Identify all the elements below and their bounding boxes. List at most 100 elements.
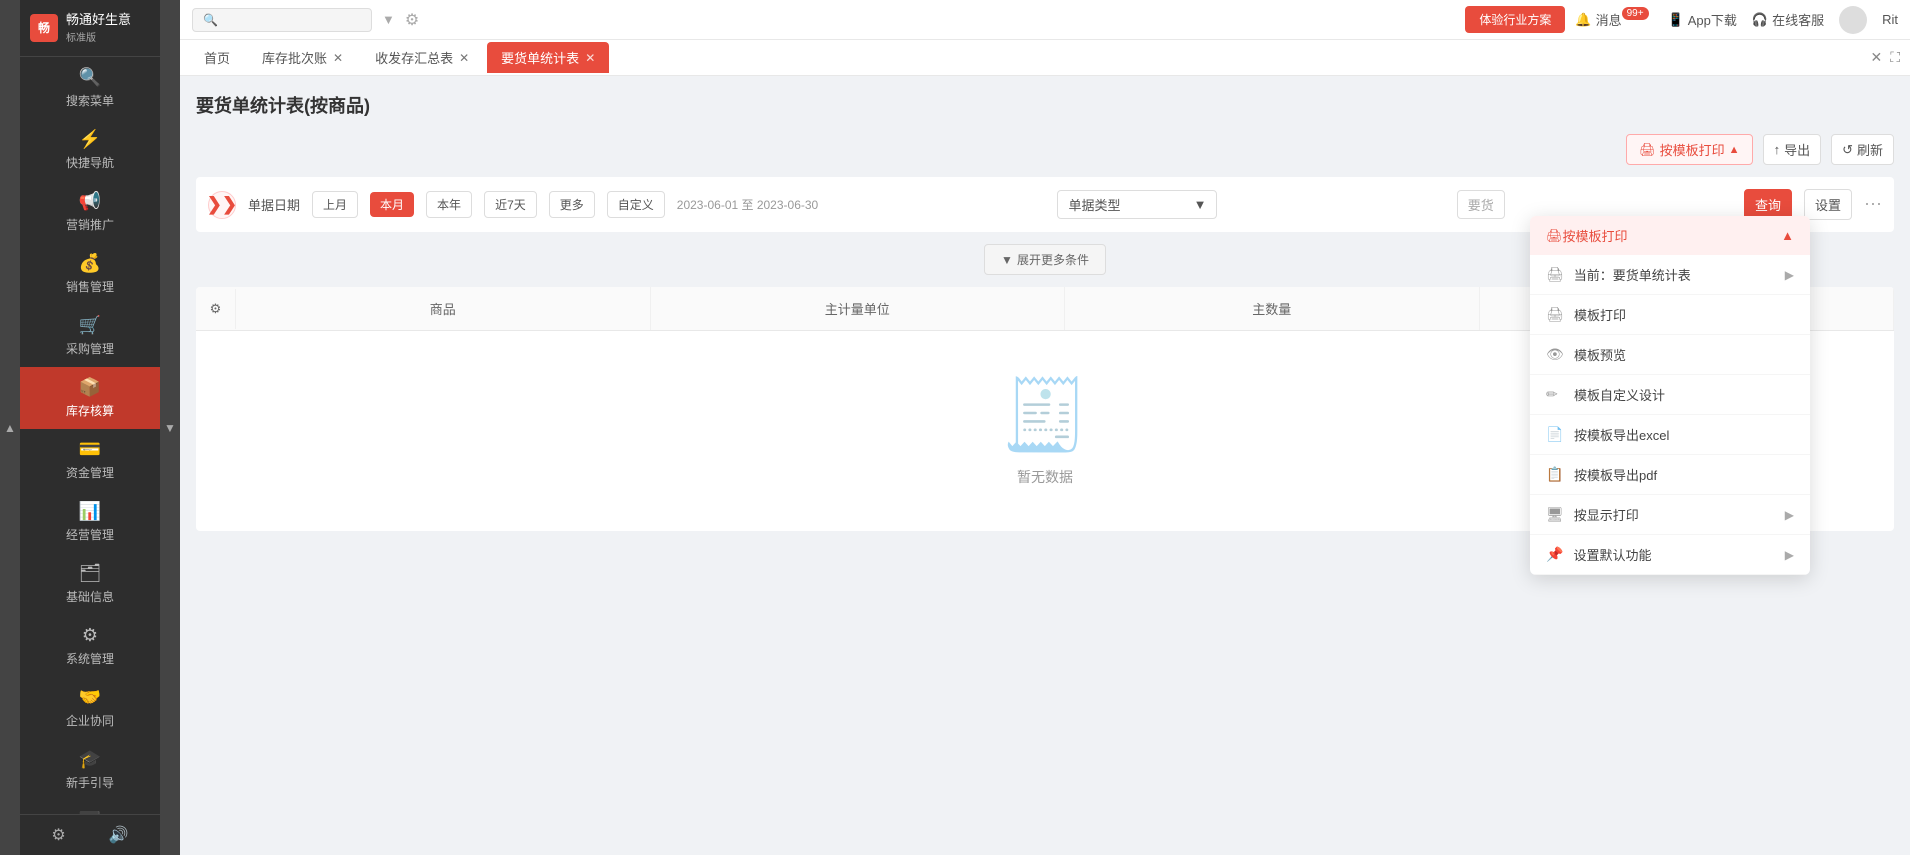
settings-bottom-icon[interactable]: ⚙ <box>51 825 65 845</box>
sidebar-item-system[interactable]: ⚙ 系统管理 <box>20 615 160 677</box>
money-icon: 💰 <box>79 253 101 274</box>
date-current-month-btn[interactable]: 本月 <box>370 192 414 217</box>
tab-close-icon[interactable]: ✕ <box>333 51 343 65</box>
dropdown-template-print[interactable]: 🖨 模板打印 <box>1530 295 1810 335</box>
notification-label: 消息 <box>1596 10 1622 29</box>
date-filter-label: 单据日期 <box>248 195 300 214</box>
refresh-btn[interactable]: ↺ 刷新 <box>1831 134 1894 165</box>
grid-icon: 🔲 <box>79 811 101 814</box>
username-label: Rit <box>1882 12 1898 27</box>
notification-badge: 99+ <box>1622 7 1649 20</box>
settings-filter-btn[interactable]: 设置 <box>1804 189 1852 220</box>
printer-header-icon: 🖨 <box>1546 228 1563 244</box>
sidebar-item-finance[interactable]: 💳 资金管理 <box>20 429 160 491</box>
date-prev-month-btn[interactable]: 上月 <box>312 191 358 218</box>
sidebar-item-label: 资金管理 <box>66 464 114 481</box>
chevron-right-icon: ▶ <box>1785 548 1794 562</box>
date-custom-btn[interactable]: 自定义 <box>607 191 665 218</box>
tab-batch-account[interactable]: 库存批次账 ✕ <box>248 42 357 73</box>
empty-illustration: 🧾 <box>1001 375 1088 457</box>
dropdown-template-design[interactable]: ✏ 模板自定义设计 <box>1530 375 1810 415</box>
industry-btn[interactable]: 体验行业方案 <box>1465 6 1565 33</box>
display-print-label: 按显示打印 <box>1574 505 1639 524</box>
sidebar-item-quick-nav[interactable]: ⚡ 快捷导航 <box>20 119 160 181</box>
main-content: 🔍 ▼ ⚙ 体验行业方案 🔔 消息 99+ 📱 App下载 🎧 在线客服 Rit <box>180 0 1910 855</box>
sidebar-item-label: 采购管理 <box>66 340 114 357</box>
tab-receivable-summary[interactable]: 收发存汇总表 ✕ <box>361 42 483 73</box>
yaohu-filter[interactable]: 要货 <box>1457 190 1505 219</box>
app-download-item[interactable]: 📱 App下载 <box>1668 10 1737 29</box>
box-icon: 📦 <box>79 377 101 398</box>
tab-home[interactable]: 首页 <box>190 42 244 73</box>
sidebar-item-enterprise[interactable]: 🤝 企业协同 <box>20 677 160 739</box>
order-type-select[interactable]: 单据类型 ▼ <box>1057 190 1217 219</box>
card-icon: 💳 <box>79 439 101 460</box>
sidebar: 畅 畅通好生意 标准版 🔍 搜索菜单 ⚡ 快捷导航 📢 营销推广 💰 销售管理 … <box>20 0 160 855</box>
monitor-icon: 🖥 <box>1546 506 1564 523</box>
topbar: 🔍 ▼ ⚙ 体验行业方案 🔔 消息 99+ 📱 App下载 🎧 在线客服 Rit <box>180 0 1910 40</box>
export-btn[interactable]: ↑ 导出 <box>1763 134 1822 165</box>
headset-icon: 🎧 <box>1752 12 1768 28</box>
filter-expand-icon[interactable]: ❯❯ <box>208 191 236 219</box>
settings-col-icon[interactable]: ⚙ <box>210 301 222 316</box>
window-close-icon[interactable]: ✕ <box>1870 49 1882 66</box>
pdf-icon: 📋 <box>1546 466 1564 483</box>
cart-icon: 🛒 <box>79 315 101 336</box>
notification-item[interactable]: 🔔 消息 99+ <box>1575 10 1652 29</box>
sidebar-item-marketing[interactable]: 📢 营销推广 <box>20 181 160 243</box>
sidebar-item-basic[interactable]: 🗂 基础信息 <box>20 553 160 615</box>
date-more-btn[interactable]: 更多 <box>549 191 595 218</box>
topbar-right: 🔔 消息 99+ 📱 App下载 🎧 在线客服 Rit <box>1575 6 1898 34</box>
print-template-btn[interactable]: 🖨 按模板打印 ▲ <box>1626 134 1752 165</box>
expand-more-btn[interactable]: ▼ 展开更多条件 <box>984 244 1106 275</box>
date-this-year-btn[interactable]: 本年 <box>426 191 472 218</box>
dropdown-header: 🖨 按模板打印 ▲ <box>1530 216 1810 255</box>
sidebar-item-operations[interactable]: 📊 经营管理 <box>20 491 160 553</box>
handshake-icon: 🤝 <box>79 687 101 708</box>
more-options-icon[interactable]: ⋯ <box>1864 194 1882 215</box>
table-col-quantity: 主数量 <box>1065 287 1480 330</box>
template-pdf-label: 按模板导出pdf <box>1574 465 1657 484</box>
refresh-label: 刷新 <box>1857 140 1883 159</box>
date-7days-btn[interactable]: 近7天 <box>484 191 537 218</box>
sidebar-item-guide[interactable]: 🎓 新手引导 <box>20 739 160 801</box>
table-col-checkbox: ⚙ <box>196 289 236 329</box>
dropdown-current-item[interactable]: 🖨 当前：要货单统计表 ▶ <box>1530 255 1810 295</box>
sidebar-scroll-up[interactable]: ▲ <box>0 0 20 855</box>
export-icon: ↑ <box>1774 142 1781 157</box>
tab-close-icon[interactable]: ✕ <box>459 51 469 65</box>
printer-icon: 🖨 <box>1639 142 1656 158</box>
sound-icon[interactable]: 🔊 <box>109 825 129 845</box>
dropdown-set-default[interactable]: 📌 设置默认功能 ▶ <box>1530 535 1810 575</box>
online-service-item[interactable]: 🎧 在线客服 <box>1752 10 1824 29</box>
type-label: 单据类型 <box>1068 195 1120 214</box>
sidebar-item-app-center[interactable]: 🔲 应用中心 <box>20 801 160 814</box>
tab-close-active-icon[interactable]: ✕ <box>585 51 595 65</box>
user-avatar[interactable] <box>1839 6 1867 34</box>
dropdown-display-print[interactable]: 🖥 按显示打印 ▶ <box>1530 495 1810 535</box>
topbar-chevron-icon[interactable]: ▼ <box>382 12 395 27</box>
dropdown-template-preview[interactable]: 👁 模板预览 <box>1530 335 1810 375</box>
window-maximize-icon[interactable]: ⛶ <box>1890 49 1900 66</box>
default-icon: 📌 <box>1546 546 1563 563</box>
sidebar-item-search[interactable]: 🔍 搜索菜单 <box>20 57 160 119</box>
sidebar-item-label: 销售管理 <box>66 278 114 295</box>
search-icon: 🔍 <box>203 13 218 27</box>
sidebar-item-purchase[interactable]: 🛒 采购管理 <box>20 305 160 367</box>
sidebar-scroll-down[interactable]: ▼ <box>160 0 180 855</box>
design-icon: ✏ <box>1546 386 1564 403</box>
dropdown-template-pdf[interactable]: 📋 按模板导出pdf <box>1530 455 1810 495</box>
online-service-label: 在线客服 <box>1772 10 1824 29</box>
sidebar-item-sales[interactable]: 💰 销售管理 <box>20 243 160 305</box>
preview-icon: 👁 <box>1546 346 1564 363</box>
topbar-search-bar[interactable]: 🔍 <box>192 8 372 32</box>
expand-label: 展开更多条件 <box>1017 251 1089 268</box>
sidebar-item-inventory[interactable]: 📦 库存核算 <box>20 367 160 429</box>
print-btn-label: 按模板打印 <box>1660 140 1725 159</box>
settings-icon[interactable]: ⚙ <box>405 10 419 30</box>
dropdown-template-excel[interactable]: 📄 按模板导出excel <box>1530 415 1810 455</box>
logo-icon: 畅 <box>30 14 58 42</box>
tab-order-stats[interactable]: 要货单统计表 ✕ <box>487 42 609 73</box>
chevron-up-close-icon[interactable]: ▲ <box>1781 228 1794 243</box>
sidebar-item-label: 企业协同 <box>66 712 114 729</box>
